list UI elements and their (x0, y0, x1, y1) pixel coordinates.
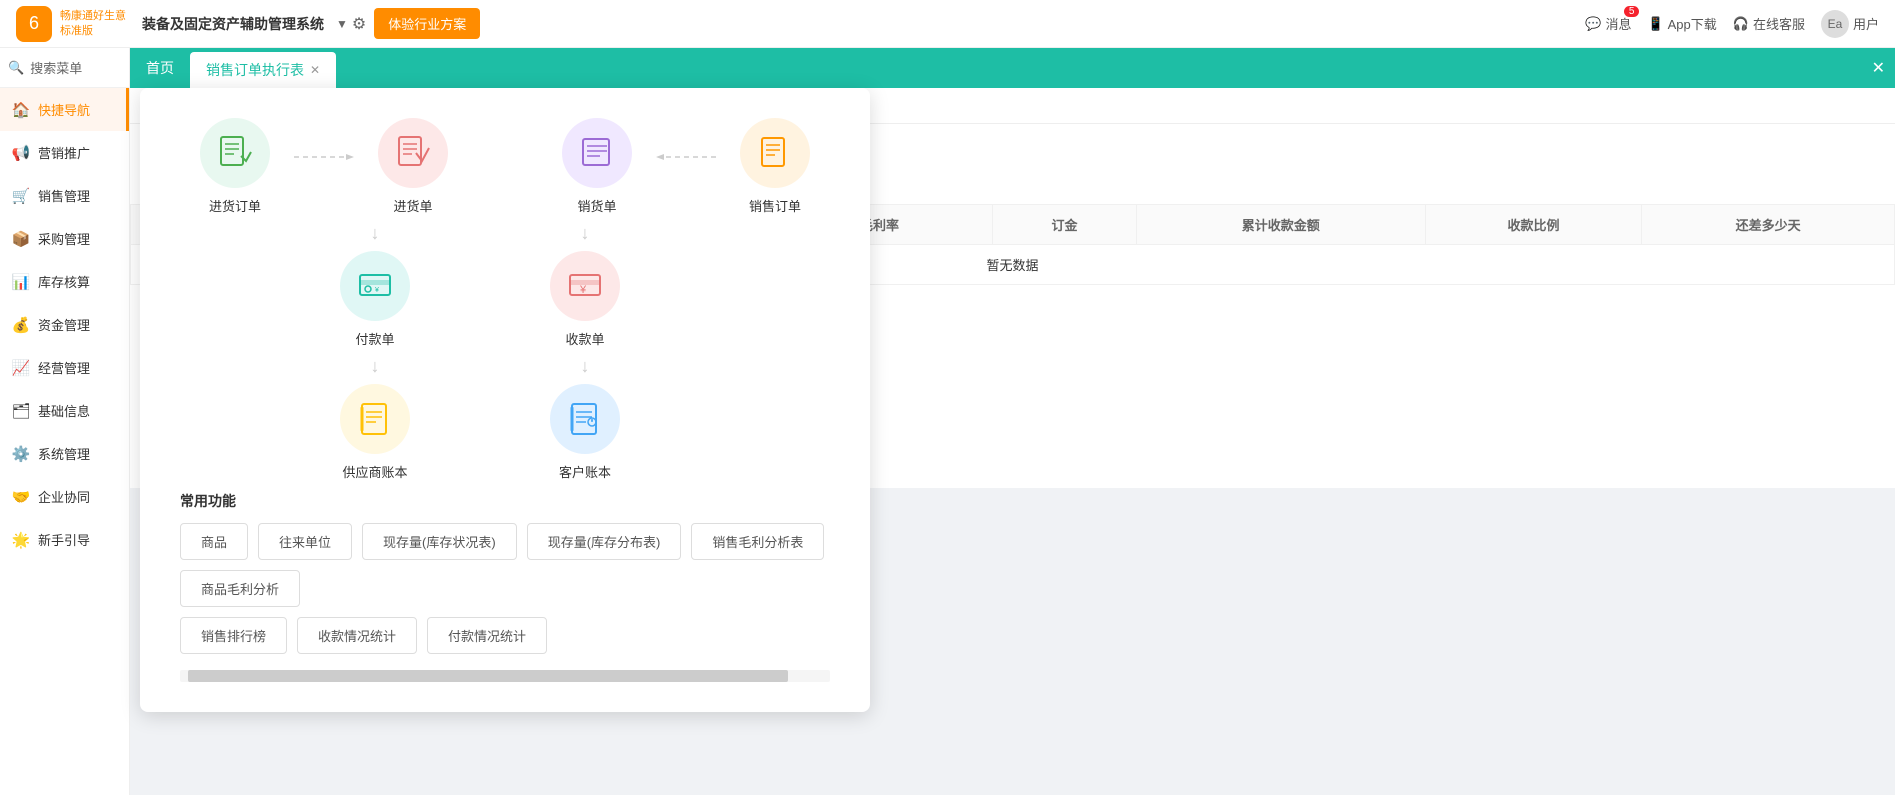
modal-overlay: 进货订单 进货单 (0, 0, 1895, 795)
receipt-node[interactable]: ¥ 收款单 (550, 251, 620, 348)
flow-col-receipt: ↓ ¥ 收款单 (520, 215, 650, 348)
purchase-bill-circle (378, 118, 448, 188)
purchase-bill-node[interactable]: 进货单 (378, 118, 448, 215)
purchase-order-circle (200, 118, 270, 188)
func-buttons-row1: 商品 往来单位 现存量(库存状况表) 现存量(库存分布表) 销售毛利分析表 商品… (180, 523, 830, 607)
payment-circle: ¥ (340, 251, 410, 321)
payment-node[interactable]: ¥ 付款单 (340, 251, 410, 348)
sales-order-circle (740, 118, 810, 188)
customer-ledger-circle (550, 384, 620, 454)
common-functions: 常用功能 商品 往来单位 现存量(库存状况表) 现存量(库存分布表) 销售毛利分… (180, 491, 830, 654)
down-arrow-customer: ↓ (581, 348, 590, 384)
sales-bill-node[interactable]: 销货单 (562, 118, 632, 215)
func-btn-stock-status[interactable]: 现存量(库存状况表) (362, 523, 517, 560)
svg-text:¥: ¥ (579, 284, 587, 296)
func-buttons-row2: 销售排行榜 收款情况统计 付款情况统计 (180, 617, 830, 654)
svg-text:¥: ¥ (375, 287, 379, 294)
func-btn-goods-profit[interactable]: 商品毛利分析 (180, 570, 300, 607)
arrow-4-3 (656, 150, 716, 164)
sales-order-node[interactable]: 销售订单 (740, 118, 810, 215)
func-btn-sales-rank[interactable]: 销售排行榜 (180, 617, 287, 654)
scroll-thumb (188, 670, 788, 682)
receipt-circle: ¥ (550, 251, 620, 321)
func-btn-sales-profit[interactable]: 销售毛利分析表 (691, 523, 824, 560)
flow-col-supplier: ↓ 供应商账本 (310, 348, 440, 481)
func-btn-contact[interactable]: 往来单位 (258, 523, 352, 560)
flow-row-2-container: ↓ ¥ 付款单 ↓ ¥ (180, 215, 830, 348)
func-btn-goods[interactable]: 商品 (180, 523, 248, 560)
arrow-1-2 (294, 150, 354, 164)
flow-diagram: 进货订单 进货单 (180, 118, 830, 481)
quick-nav-modal: 进货订单 进货单 (140, 88, 870, 712)
supplier-ledger-node[interactable]: 供应商账本 (340, 384, 410, 481)
func-btn-stock-dist[interactable]: 现存量(库存分布表) (527, 523, 682, 560)
scroll-bar-hint[interactable] (180, 670, 830, 682)
func-btn-receipt-stats[interactable]: 收款情况统计 (297, 617, 417, 654)
customer-ledger-node[interactable]: 客户账本 (550, 384, 620, 481)
supplier-ledger-circle (340, 384, 410, 454)
down-arrow-supplier: ↓ (371, 348, 380, 384)
func-btn-payment-stats[interactable]: 付款情况统计 (427, 617, 547, 654)
flow-row-3-container: ↓ 供应商账本 ↓ (180, 348, 830, 481)
sales-bill-circle (562, 118, 632, 188)
flow-col-payment: ↓ ¥ 付款单 (310, 215, 440, 348)
flow-row-1: 进货订单 进货单 (180, 118, 830, 215)
purchase-order-node[interactable]: 进货订单 (200, 118, 270, 215)
common-functions-title: 常用功能 (180, 491, 830, 511)
down-arrow-payment: ↓ (371, 215, 380, 251)
down-arrow-receipt: ↓ (581, 215, 590, 251)
app-wrapper: 6 畅康通好生意 标准版 装备及固定资产辅助管理系统 ▼ ⚙ 体验行业方案 💬 … (0, 0, 1895, 795)
flow-col-customer: ↓ 客户账本 (520, 348, 650, 481)
